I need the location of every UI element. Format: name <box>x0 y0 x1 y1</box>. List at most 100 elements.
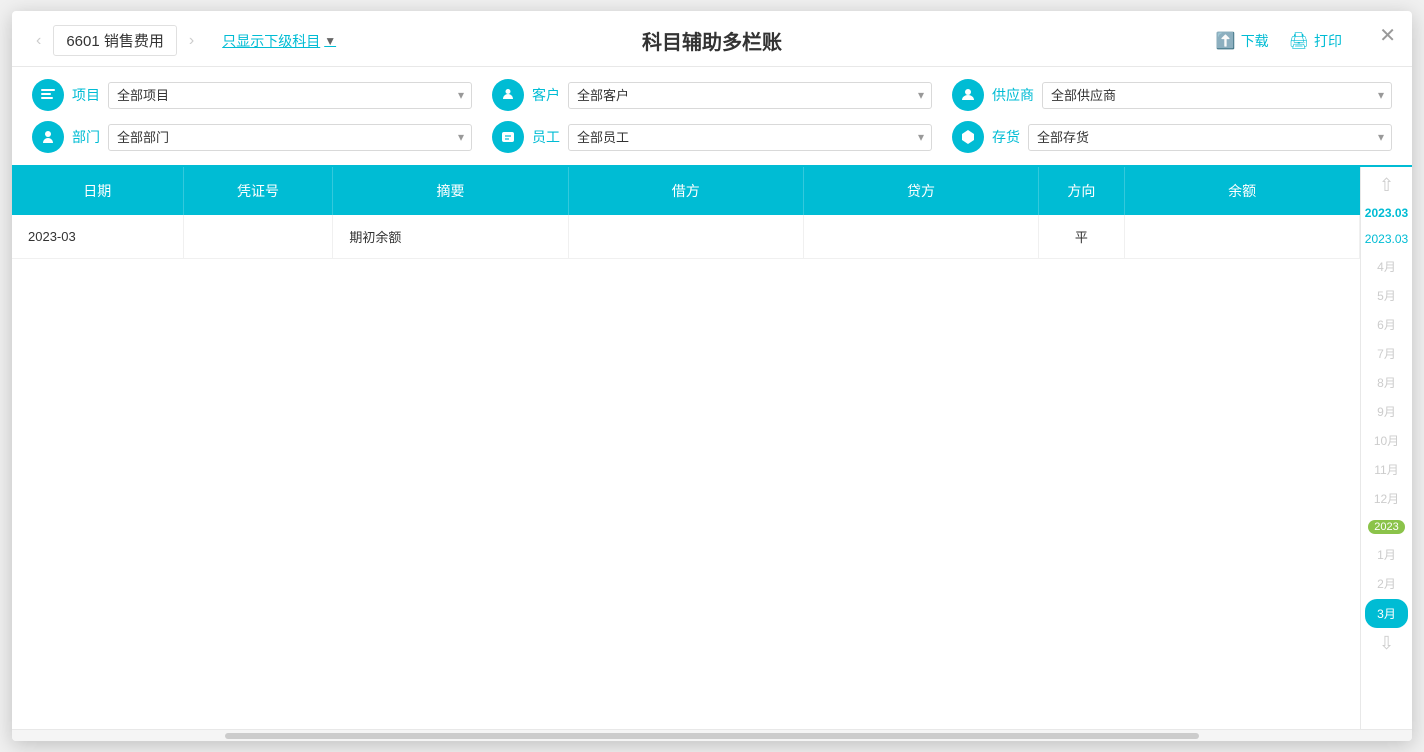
table-header-row: 日期 凭证号 摘要 借方 贷方 方向 余额 <box>12 167 1360 215</box>
timeline-label: 8月 <box>1377 376 1396 390</box>
filter-supplier: 供应商 全部供应商 <box>952 79 1392 111</box>
timeline-down-button[interactable]: ⇩ <box>1375 629 1398 658</box>
filter-inventory: 存货 全部存货 <box>952 121 1392 153</box>
supplier-select[interactable]: 全部供应商 <box>1042 82 1392 109</box>
timeline-item-3-active[interactable]: 3月 <box>1365 599 1408 628</box>
timeline-item-1[interactable]: 1月 <box>1361 540 1412 569</box>
cell-voucher <box>183 215 333 259</box>
timeline-label: 2月 <box>1377 577 1396 591</box>
timeline-item-9[interactable]: 9月 <box>1361 397 1412 426</box>
chevron-down-icon: ▼ <box>324 34 336 48</box>
supplier-select-wrapper: 全部供应商 <box>1042 82 1392 109</box>
supplier-icon <box>952 79 984 111</box>
print-label: 打印 <box>1314 31 1342 51</box>
timeline-label: 7月 <box>1377 347 1396 361</box>
timeline-label: 12月 <box>1374 492 1399 506</box>
employee-select[interactable]: 全部员工 <box>568 124 932 151</box>
timeline-label: 9月 <box>1377 405 1396 419</box>
cell-date: 2023-03 <box>12 215 183 259</box>
inventory-icon <box>952 121 984 153</box>
timeline-item-8[interactable]: 8月 <box>1361 368 1412 397</box>
filter-project: 项目 全部项目 <box>32 79 472 111</box>
print-icon: 🖨 <box>1289 31 1309 51</box>
content-area: 日期 凭证号 摘要 借方 贷方 方向 余额 2023-03 期初余额 <box>12 167 1412 729</box>
page-title: 科目辅助多栏账 <box>642 26 782 55</box>
cell-summary: 期初余额 <box>333 215 568 259</box>
department-icon <box>32 121 64 153</box>
download-button[interactable]: ⬆️ 下载 <box>1216 31 1269 51</box>
supplier-label: 供应商 <box>992 85 1034 105</box>
title-bar: ‹ 6601 销售费用 › 只显示下级科目 ▼ 科目辅助多栏账 ⬆️ 下载 🖨 … <box>12 11 1412 67</box>
timeline-label: 6月 <box>1377 318 1396 332</box>
project-select[interactable]: 全部项目 <box>108 82 472 109</box>
col-date: 日期 <box>12 167 183 215</box>
col-direction: 方向 <box>1039 167 1125 215</box>
table-row: 2023-03 期初余额 平 <box>12 215 1360 259</box>
modal-container: ‹ 6601 销售费用 › 只显示下级科目 ▼ 科目辅助多栏账 ⬆️ 下载 🖨 … <box>12 11 1412 741</box>
next-account-button[interactable]: › <box>185 30 198 52</box>
title-left: ‹ 6601 销售费用 › 只显示下级科目 ▼ <box>32 25 336 56</box>
customer-select-wrapper: 全部客户 <box>568 82 932 109</box>
timeline-item-2023-03-top[interactable]: 2023.03 <box>1361 200 1412 226</box>
project-icon <box>32 79 64 111</box>
timeline-item-11[interactable]: 11月 <box>1361 455 1412 484</box>
title-actions: ⬆️ 下载 🖨 打印 <box>1216 31 1392 51</box>
timeline-label: 3月 <box>1377 607 1396 621</box>
customer-label: 客户 <box>532 85 560 105</box>
inventory-label: 存货 <box>992 127 1020 147</box>
timeline-item-6[interactable]: 6月 <box>1361 310 1412 339</box>
filter-customer: 客户 全部客户 <box>492 79 932 111</box>
download-icon: ⬆️ <box>1216 31 1236 51</box>
timeline-item-4[interactable]: 4月 <box>1361 252 1412 281</box>
customer-select[interactable]: 全部客户 <box>568 82 932 109</box>
table-container[interactable]: 日期 凭证号 摘要 借方 贷方 方向 余额 2023-03 期初余额 <box>12 167 1360 729</box>
account-code: 6601 销售费用 <box>53 25 177 56</box>
inventory-select[interactable]: 全部存货 <box>1028 124 1392 151</box>
department-label: 部门 <box>72 127 100 147</box>
close-button[interactable]: ✕ <box>1379 23 1396 48</box>
timeline-item-2[interactable]: 2月 <box>1361 569 1412 598</box>
filter-employee: 员工 全部员工 <box>492 121 932 153</box>
timeline-item-12[interactable]: 12月 <box>1361 484 1412 513</box>
download-label: 下载 <box>1241 31 1269 51</box>
timeline-label: 2023.03 <box>1365 232 1408 246</box>
col-summary: 摘要 <box>333 167 568 215</box>
cell-direction: 平 <box>1039 215 1125 259</box>
cell-debit <box>568 215 803 259</box>
cell-balance <box>1124 215 1359 259</box>
side-timeline: ⇧ 2023.03 2023.03 4月 5月 6月 7月 8月 <box>1360 167 1412 729</box>
timeline-item-5[interactable]: 5月 <box>1361 281 1412 310</box>
project-label: 项目 <box>72 85 100 105</box>
timeline-year-2023: 2023 <box>1361 513 1412 540</box>
inventory-select-wrapper: 全部存货 <box>1028 124 1392 151</box>
print-button[interactable]: 🖨 打印 <box>1289 31 1342 51</box>
timeline-item-7[interactable]: 7月 <box>1361 339 1412 368</box>
customer-icon <box>492 79 524 111</box>
year-badge: 2023 <box>1368 520 1404 534</box>
timeline-label: 4月 <box>1377 260 1396 274</box>
employee-select-wrapper: 全部员工 <box>568 124 932 151</box>
project-select-wrapper: 全部项目 <box>108 82 472 109</box>
show-sub-label: 只显示下级科目 <box>222 31 320 51</box>
cell-credit <box>803 215 1038 259</box>
department-select-wrapper: 全部部门 <box>108 124 472 151</box>
department-select[interactable]: 全部部门 <box>108 124 472 151</box>
employee-icon <box>492 121 524 153</box>
horizontal-scrollbar[interactable] <box>12 729 1412 741</box>
timeline-item-2023-03-b[interactable]: 2023.03 <box>1361 226 1412 252</box>
timeline-item-10[interactable]: 10月 <box>1361 426 1412 455</box>
col-voucher: 凭证号 <box>183 167 333 215</box>
timeline-label: 2023.03 <box>1365 206 1408 220</box>
col-credit: 贷方 <box>803 167 1038 215</box>
filter-department: 部门 全部部门 <box>32 121 472 153</box>
show-sub-button[interactable]: 只显示下级科目 ▼ <box>222 31 336 51</box>
timeline-label: 10月 <box>1374 434 1399 448</box>
timeline-label: 1月 <box>1377 548 1396 562</box>
col-debit: 借方 <box>568 167 803 215</box>
timeline-label: 5月 <box>1377 289 1396 303</box>
timeline-up-button[interactable]: ⇧ <box>1375 171 1398 200</box>
employee-label: 员工 <box>532 127 560 147</box>
col-balance: 余额 <box>1124 167 1359 215</box>
prev-account-button[interactable]: ‹ <box>32 30 45 52</box>
filter-area: 项目 全部项目 客户 全部客户 <box>12 67 1412 167</box>
